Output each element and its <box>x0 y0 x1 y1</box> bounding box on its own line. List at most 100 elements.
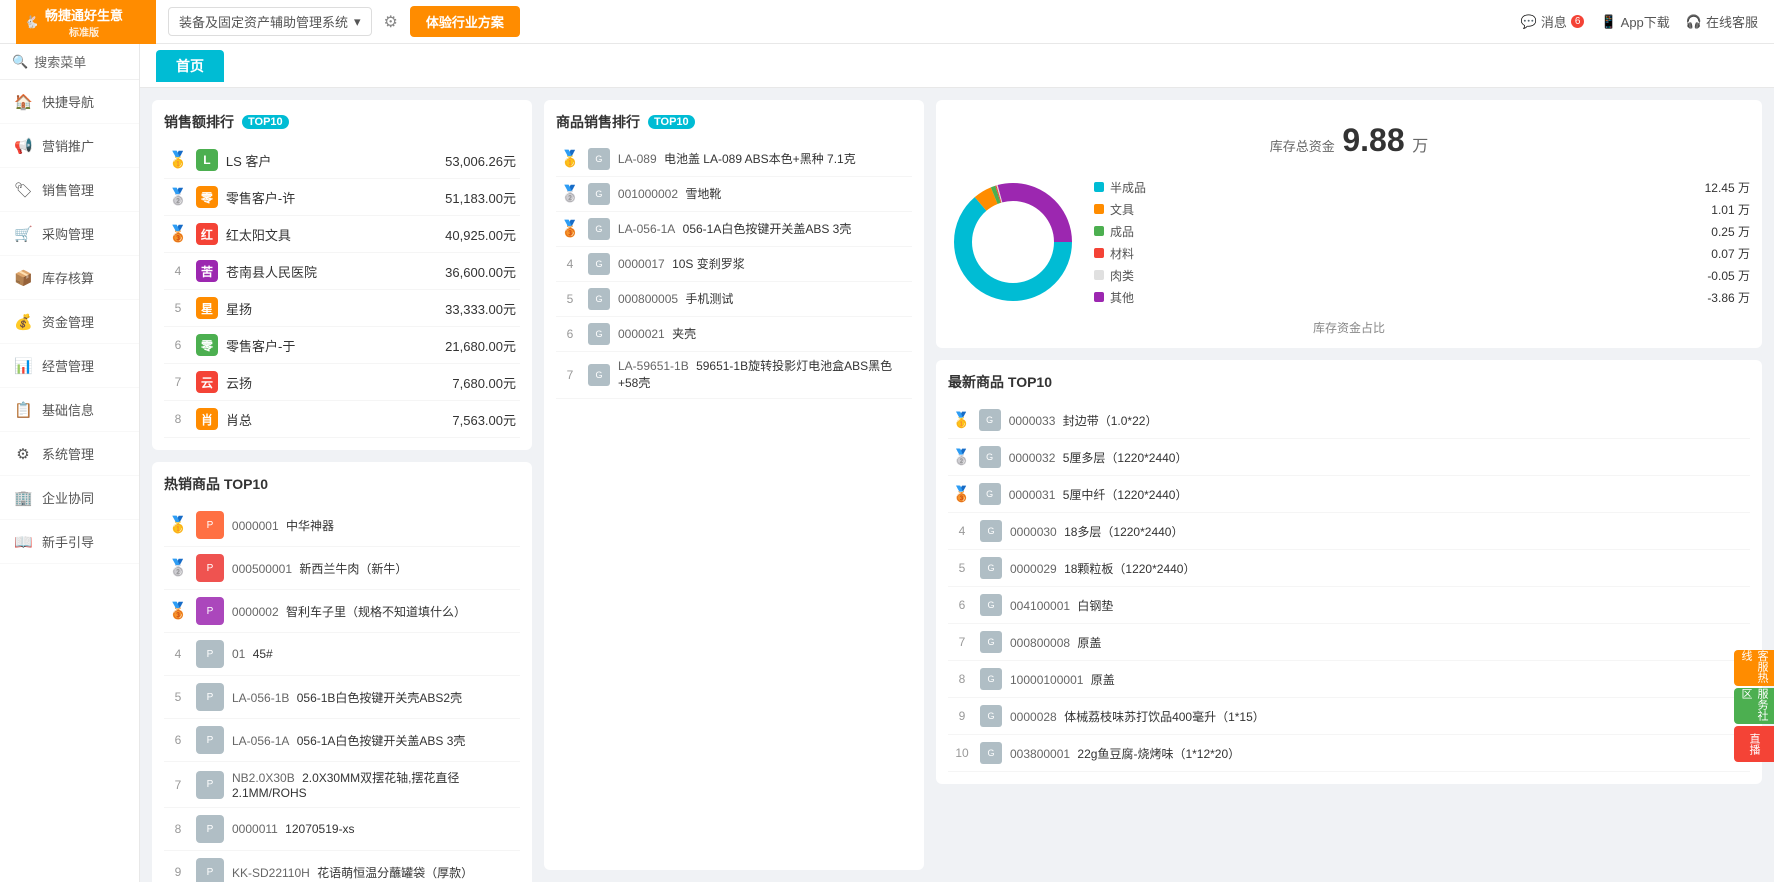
sidebar-item-sales[interactable]: 🏷 销售管理 <box>0 168 139 212</box>
product-name: 056-1A白色按键开关盖ABS 3壳 <box>683 222 852 236</box>
new-prod-row: 7 G 000800008 原盖 <box>948 624 1750 661</box>
system-icon: ⚙ <box>14 445 32 463</box>
hot-prod-thumb: P <box>196 597 224 625</box>
product-info: 001000002 雪地靴 <box>618 186 908 203</box>
product-code: 0000011 <box>232 822 278 836</box>
float-btn-live[interactable]: 直播 <box>1734 726 1774 762</box>
content-area: 首页 销售额排行 TOP10 🥇 L LS 客户 53,006.26元 🥈 零 … <box>140 44 1774 882</box>
sidebar-item-label: 库存核算 <box>42 268 94 287</box>
top-bar-left: 🐇 畅捷通好生意 标准版 装备及固定资产辅助管理系统 ▾ ⚙ 体验行业方案 <box>16 0 520 49</box>
legend-value: 0.07 万 <box>1711 245 1750 262</box>
product-code: 0000028 <box>1010 710 1057 724</box>
rank-avatar: 零 <box>196 186 218 208</box>
rank-num: 4 <box>952 524 972 538</box>
product-info: 0000031 5厘中纤（1220*2440） <box>1009 486 1746 503</box>
product-info: 003800001 22g鱼豆腐-烧烤味（1*12*20） <box>1010 745 1746 762</box>
rank-row: 🥈 零 零售客户-许 51,183.00元 <box>164 179 520 216</box>
inventory-card: 库存总资金 9.88 万 <box>936 100 1762 348</box>
online-service-btn[interactable]: 🎧 在线客服 <box>1686 12 1758 31</box>
sidebar-item-operations[interactable]: 📊 经营管理 <box>0 344 139 388</box>
product-name: 18多层（1220*2440） <box>1064 525 1183 539</box>
rank-name: 星扬 <box>226 299 437 318</box>
product-code: 000800005 <box>618 292 678 306</box>
float-btn-service[interactable]: 客服热线 <box>1734 650 1774 686</box>
product-thumb: G <box>980 520 1002 542</box>
sidebar-item-enterprise[interactable]: 🏢 企业协同 <box>0 476 139 520</box>
product-thumb: G <box>588 323 610 345</box>
home-tab[interactable]: 首页 <box>156 50 224 82</box>
rank-name: 云扬 <box>226 373 444 392</box>
float-btn-community[interactable]: 服务社区 <box>1734 688 1774 724</box>
basics-icon: 📋 <box>14 401 32 419</box>
product-name: 手机测试 <box>685 292 733 306</box>
product-code: LA-089 <box>618 152 657 166</box>
rank-num: 5 <box>168 301 188 315</box>
rank-amount: 7,563.00元 <box>452 410 516 429</box>
product-thumb: G <box>980 705 1002 727</box>
product-name: 5厘中纤（1220*2440） <box>1063 488 1188 502</box>
product-info: 0000033 封边带（1.0*22） <box>1009 412 1746 429</box>
inventory-icon: 📦 <box>14 269 32 287</box>
hot-prod-thumb: P <box>196 554 224 582</box>
product-name: 原盖 <box>1077 636 1101 650</box>
hot-prod-row: 7 P NB2.0X30B 2.0X30MM双摆花轴,摆花直径2.1MM/ROH… <box>164 762 520 808</box>
hot-prod-row: 6 P LA-056-1A 056-1A白色按键开关盖ABS 3壳 <box>164 719 520 762</box>
rank-name: 肖总 <box>226 410 444 429</box>
donut-chart-area: 半成品 12.45 万 文具 1.01 万 成品 0.25 万 材料 0.07 … <box>948 169 1750 315</box>
sidebar-item-home[interactable]: 🏠 快捷导航 <box>0 80 139 124</box>
rank-amount: 53,006.26元 <box>445 151 516 170</box>
hot-prod-info: 0000002 智利车子里（规格不知道填什么） <box>232 603 516 620</box>
app-download-btn[interactable]: 📱 App下载 <box>1600 12 1669 31</box>
trial-button[interactable]: 体验行业方案 <box>410 6 520 37</box>
sidebar-item-finance[interactable]: 💰 资金管理 <box>0 300 139 344</box>
legend-item: 半成品 12.45 万 <box>1094 179 1750 196</box>
sidebar-item-label: 采购管理 <box>42 224 94 243</box>
hot-prod-info: NB2.0X30B 2.0X30MM双摆花轴,摆花直径2.1MM/ROHS <box>232 769 516 800</box>
product-code: 004100001 <box>1010 599 1070 613</box>
sidebar-item-marketing[interactable]: 📢 营销推广 <box>0 124 139 168</box>
sidebar-item-system[interactable]: ⚙ 系统管理 <box>0 432 139 476</box>
product-name: 中华神器 <box>286 519 334 533</box>
product-code: 0000031 <box>1009 488 1056 502</box>
legend-value: -0.05 万 <box>1707 267 1750 284</box>
download-icon: 📱 <box>1600 14 1616 30</box>
rank-row: 6 零 零售客户-于 21,680.00元 <box>164 327 520 364</box>
product-name: 5厘多层（1220*2440） <box>1063 451 1188 465</box>
product-code: LA-056-1B <box>232 691 289 705</box>
sidebar-item-inventory[interactable]: 📦 库存核算 <box>0 256 139 300</box>
hot-prod-row: 4 P 01 45# <box>164 633 520 676</box>
rank-num: 4 <box>560 257 580 271</box>
service-icon: 🎧 <box>1686 14 1702 30</box>
sidebar-item-guide[interactable]: 📖 新手引导 <box>0 520 139 564</box>
rank-avatar: 云 <box>196 371 218 393</box>
rank-num: 8 <box>168 822 188 836</box>
sidebar-item-label: 新手引导 <box>42 532 94 551</box>
sidebar-item-purchase[interactable]: 🛒 采购管理 <box>0 212 139 256</box>
product-info: 0000028 体械荔枝味苏打饮品400毫升（1*15） <box>1010 708 1746 725</box>
medal-icon: 🥇 <box>168 150 188 170</box>
search-menu[interactable]: 🔍 搜索菜单 <box>0 44 139 80</box>
app-selector[interactable]: 装备及固定资产辅助管理系统 ▾ <box>168 7 372 36</box>
new-products-card: 最新商品 TOP10 🥇 G 0000033 封边带（1.0*22） 🥈 G 0… <box>936 360 1762 784</box>
product-thumb: G <box>588 218 610 240</box>
settings-icon[interactable]: ⚙ <box>384 12 398 32</box>
product-code: 0000032 <box>1009 451 1056 465</box>
messages-btn[interactable]: 💬 消息 6 <box>1521 12 1585 31</box>
product-thumb: G <box>979 409 1001 431</box>
sidebar-item-label: 经营管理 <box>42 356 94 375</box>
product-row: 🥈 G 001000002 雪地靴 <box>556 177 912 212</box>
rank-row: 🥉 红 红太阳文具 40,925.00元 <box>164 216 520 253</box>
rank-num: 6 <box>168 338 188 352</box>
medal-icon: 🥈 <box>560 184 580 204</box>
medal-icon: 🥉 <box>952 485 971 503</box>
product-row: 🥇 G LA-089 电池盖 LA-089 ABS本色+黑种 7.1克 <box>556 142 912 177</box>
legend-item: 材料 0.07 万 <box>1094 245 1750 262</box>
sidebar-item-basics[interactable]: 📋 基础信息 <box>0 388 139 432</box>
legend-item: 其他 -3.86 万 <box>1094 289 1750 306</box>
search-icon: 🔍 <box>12 54 28 70</box>
product-thumb: G <box>980 668 1002 690</box>
operations-icon: 📊 <box>14 357 32 375</box>
legend-item: 文具 1.01 万 <box>1094 201 1750 218</box>
dropdown-icon: ▾ <box>354 14 361 30</box>
product-name: 夹壳 <box>672 327 696 341</box>
